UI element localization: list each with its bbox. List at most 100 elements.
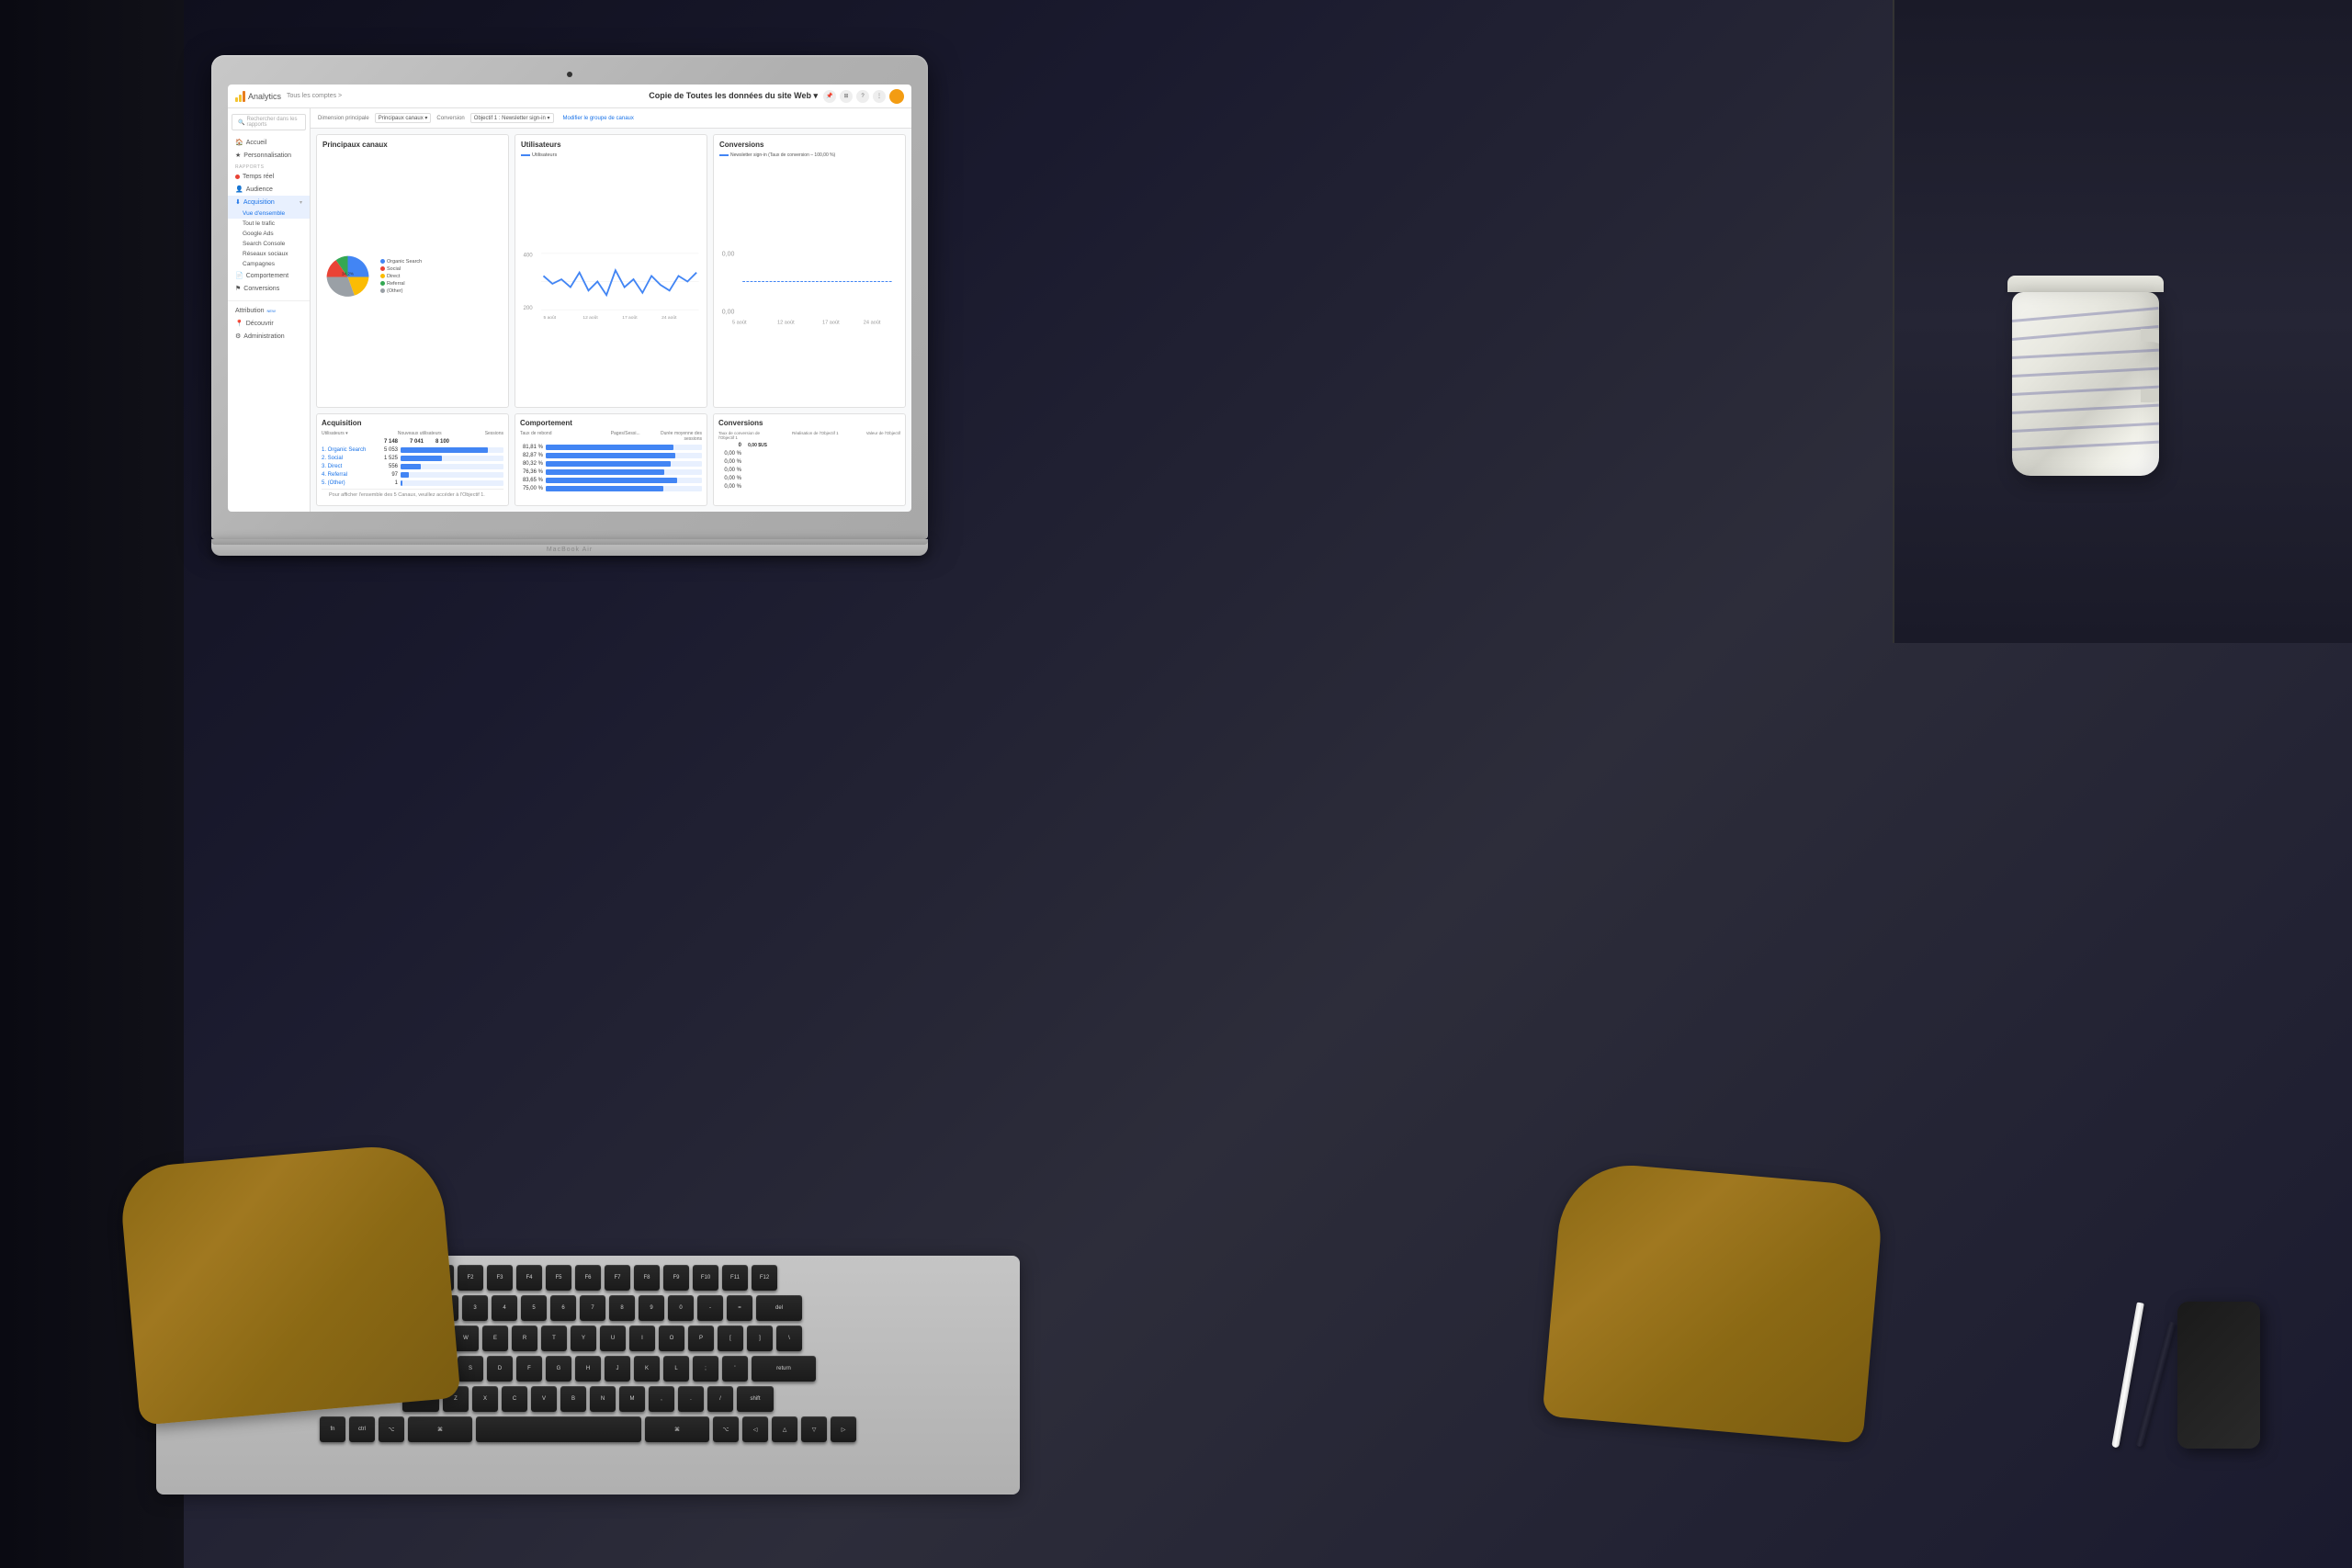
key-f12[interactable]: F12	[752, 1265, 777, 1291]
key-6[interactable]: 6	[550, 1295, 576, 1321]
modify-link[interactable]: Modifier le groupe de canaux	[563, 116, 634, 121]
key-r[interactable]: R	[512, 1325, 537, 1351]
key-p[interactable]: P	[688, 1325, 714, 1351]
comp-row-6: 75,00 %	[520, 486, 702, 491]
key-alt-right[interactable]: ⌥	[713, 1416, 739, 1442]
logo-bar-2	[239, 95, 242, 102]
key-alt[interactable]: ⌥	[379, 1416, 404, 1442]
key-9[interactable]: 9	[639, 1295, 664, 1321]
key-o[interactable]: O	[659, 1325, 684, 1351]
sidebar-item-conversions[interactable]: ⚑ Conversions	[228, 282, 310, 295]
key-s[interactable]: S	[458, 1356, 483, 1382]
sidebar-item-temps-reel[interactable]: Temps réel	[228, 171, 310, 183]
objective-dropdown[interactable]: Objectif 1 : Newsletter sign-in ▾	[470, 113, 554, 123]
key-equals[interactable]: =	[727, 1295, 752, 1321]
sidebar-subitem-campagnes[interactable]: Campagnes	[228, 259, 310, 269]
key-return[interactable]: return	[752, 1356, 816, 1382]
key-0[interactable]: 0	[668, 1295, 694, 1321]
key-f[interactable]: F	[516, 1356, 542, 1382]
key-f11[interactable]: F11	[722, 1265, 748, 1291]
key-arrow-right[interactable]: ▷	[831, 1416, 856, 1442]
key-u[interactable]: U	[600, 1325, 626, 1351]
key-f5[interactable]: F5	[546, 1265, 571, 1291]
hands-left	[118, 1141, 460, 1425]
sidebar-item-decouvrir[interactable]: 📍 Découvrir	[228, 317, 310, 330]
sidebar-item-accueil[interactable]: 🏠 Accueil	[228, 136, 310, 149]
pin-icon[interactable]: 📌	[823, 90, 836, 103]
key-7[interactable]: 7	[580, 1295, 605, 1321]
key-f2[interactable]: F2	[458, 1265, 483, 1291]
user-avatar[interactable]	[889, 89, 904, 104]
key-8[interactable]: 8	[609, 1295, 635, 1321]
key-f9[interactable]: F9	[663, 1265, 689, 1291]
key-comma[interactable]: ,	[649, 1386, 674, 1412]
acq-row2-bar-fill	[401, 456, 442, 461]
key-f10[interactable]: F10	[693, 1265, 718, 1291]
sidebar-item-audience[interactable]: 👤 Audience	[228, 183, 310, 196]
key-slash[interactable]: /	[707, 1386, 733, 1412]
menu-icon[interactable]: ⋮	[873, 90, 886, 103]
key-y[interactable]: Y	[571, 1325, 596, 1351]
key-lbracket[interactable]: [	[718, 1325, 743, 1351]
key-cmd-left[interactable]: ⌘	[408, 1416, 472, 1442]
laptop-screen: Analytics Tous les comptes > Copie de To…	[228, 85, 911, 512]
key-x[interactable]: X	[472, 1386, 498, 1412]
key-g[interactable]: G	[546, 1356, 571, 1382]
key-i[interactable]: I	[629, 1325, 655, 1351]
key-ctrl[interactable]: ctrl	[349, 1416, 375, 1442]
key-arrow-up[interactable]: △	[772, 1416, 797, 1442]
key-f8[interactable]: F8	[634, 1265, 660, 1291]
key-j[interactable]: J	[605, 1356, 630, 1382]
primary-dropdown[interactable]: Principaux canaux ▾	[375, 113, 432, 123]
key-v[interactable]: V	[531, 1386, 557, 1412]
acq-row2-users: 1 525	[375, 456, 398, 461]
key-cmd-right[interactable]: ⌘	[645, 1416, 709, 1442]
comp-row1-bar	[546, 445, 702, 450]
sidebar-subitem-tout-trafic[interactable]: Tout le trafic	[228, 219, 310, 229]
key-shift-right[interactable]: shift	[737, 1386, 774, 1412]
key-backslash[interactable]: \	[776, 1325, 802, 1351]
key-c[interactable]: C	[502, 1386, 527, 1412]
key-k[interactable]: K	[634, 1356, 660, 1382]
sidebar-item-attribution[interactable]: Attribution NEW	[228, 305, 310, 317]
key-n[interactable]: N	[590, 1386, 616, 1412]
key-5[interactable]: 5	[521, 1295, 547, 1321]
key-f3[interactable]: F3	[487, 1265, 513, 1291]
key-d[interactable]: D	[487, 1356, 513, 1382]
key-4[interactable]: 4	[492, 1295, 517, 1321]
key-backspace[interactable]: del	[756, 1295, 802, 1321]
key-fn[interactable]: fn	[320, 1416, 345, 1442]
grid-icon[interactable]: ⊞	[840, 90, 853, 103]
key-t[interactable]: T	[541, 1325, 567, 1351]
key-m[interactable]: M	[619, 1386, 645, 1412]
key-b[interactable]: B	[560, 1386, 586, 1412]
key-3[interactable]: 3	[462, 1295, 488, 1321]
key-w[interactable]: W	[453, 1325, 479, 1351]
comp-row4-fill	[546, 469, 664, 475]
key-h[interactable]: H	[575, 1356, 601, 1382]
sidebar-item-personalisation[interactable]: ★ Personnalisation	[228, 149, 310, 162]
key-minus[interactable]: -	[697, 1295, 723, 1321]
key-f4[interactable]: F4	[516, 1265, 542, 1291]
help-icon[interactable]: ?	[856, 90, 869, 103]
key-f6[interactable]: F6	[575, 1265, 601, 1291]
sidebar-subitem-google-ads[interactable]: Google Ads	[228, 229, 310, 239]
key-arrow-left[interactable]: ◁	[742, 1416, 768, 1442]
key-space[interactable]	[476, 1416, 641, 1442]
sidebar-subitem-reseaux-sociaux[interactable]: Réseaux sociaux	[228, 249, 310, 259]
key-semicolon[interactable]: ;	[693, 1356, 718, 1382]
sidebar-subitem-vue-ensemble[interactable]: Vue d'ensemble	[228, 209, 310, 219]
sidebar-item-comportement[interactable]: 📄 Comportement	[228, 269, 310, 282]
key-f7[interactable]: F7	[605, 1265, 630, 1291]
key-e[interactable]: E	[482, 1325, 508, 1351]
sidebar-item-administration[interactable]: ⚙ Administration	[228, 330, 310, 343]
key-period[interactable]: .	[678, 1386, 704, 1412]
key-arrow-down[interactable]: ▽	[801, 1416, 827, 1442]
acq-row4-users: 97	[375, 472, 398, 478]
key-quote[interactable]: '	[722, 1356, 748, 1382]
search-bar[interactable]: 🔍 Rechercher dans les rapports	[232, 114, 306, 130]
sidebar-subitem-search-console[interactable]: Search Console	[228, 239, 310, 249]
key-l[interactable]: L	[663, 1356, 689, 1382]
key-rbracket[interactable]: ]	[747, 1325, 773, 1351]
sidebar-item-acquisition[interactable]: ⬇ Acquisition ▾	[228, 196, 310, 209]
